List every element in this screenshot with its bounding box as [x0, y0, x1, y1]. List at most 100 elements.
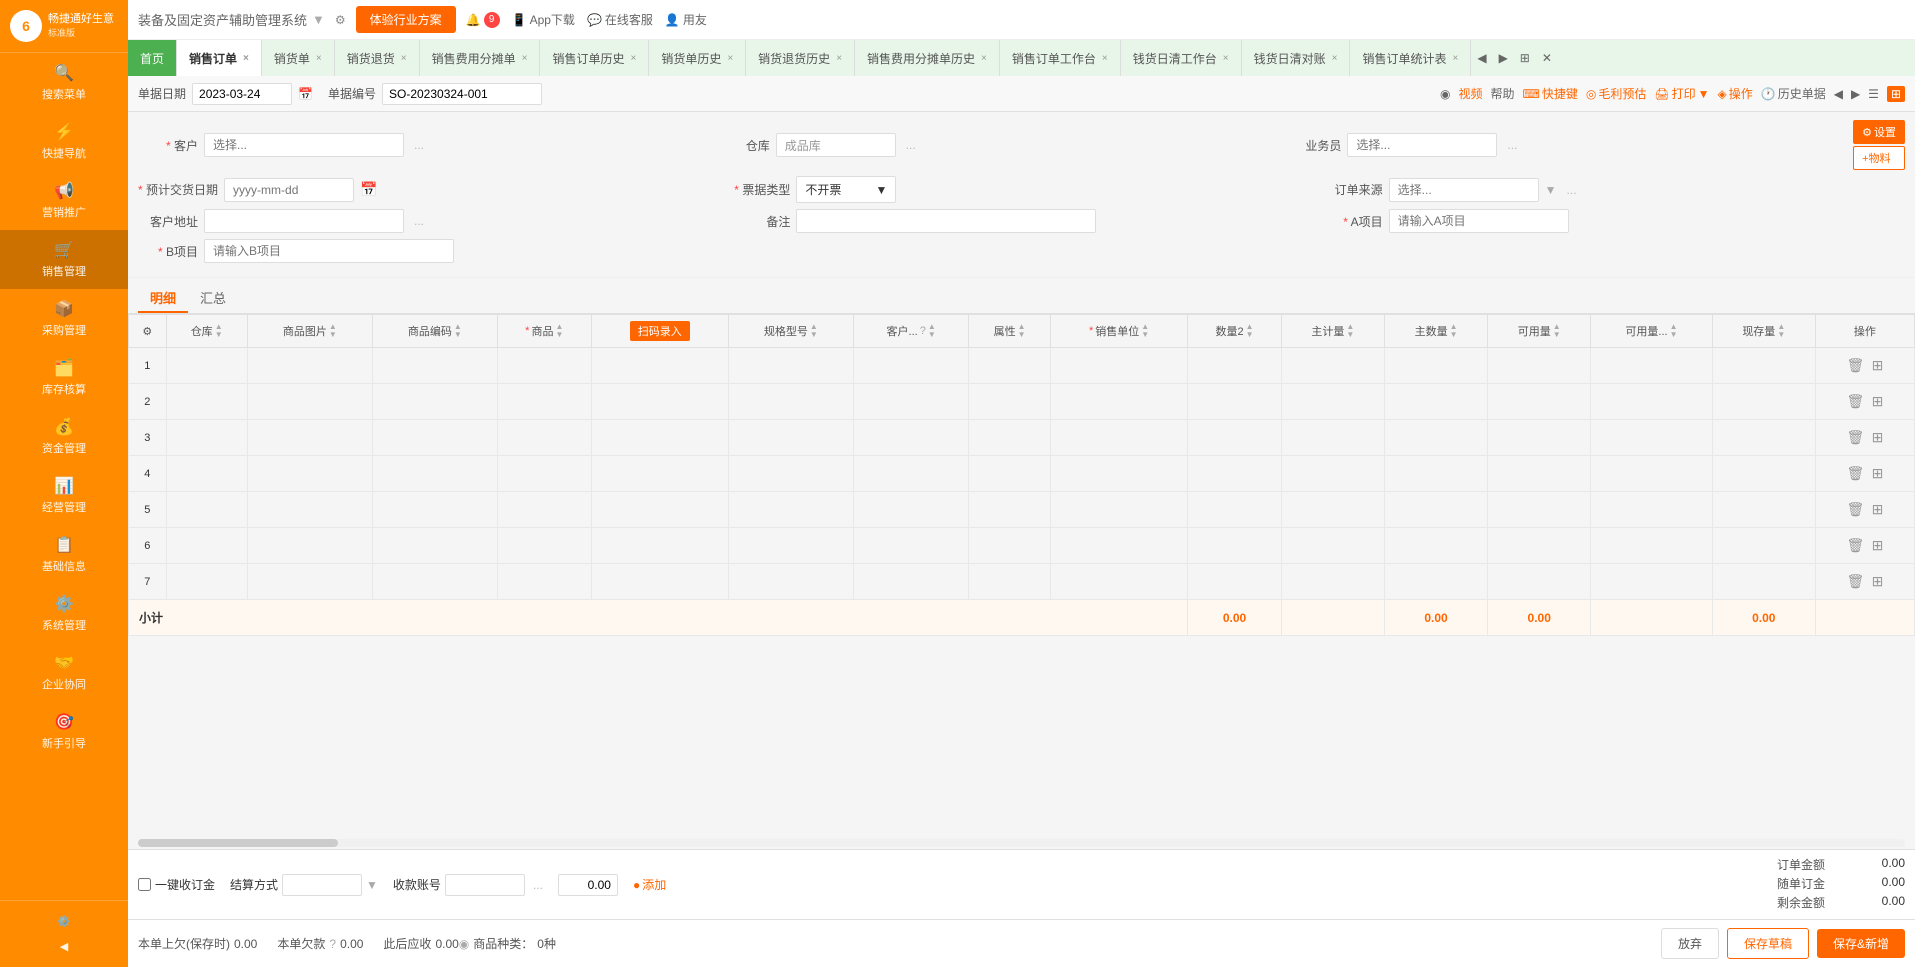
table-settings-icon[interactable]: ⚙: [142, 326, 152, 338]
tab-close-icon[interactable]: ×: [1452, 53, 1458, 64]
tab-sales-goods[interactable]: 销货单 ×: [262, 40, 335, 76]
row-2-available[interactable]: [1488, 384, 1591, 420]
row-3-available2[interactable]: [1591, 420, 1712, 456]
row-3-stock[interactable]: [1712, 420, 1815, 456]
row-3-code[interactable]: [372, 420, 497, 456]
print-btn[interactable]: 🖨 打印 ▼: [1654, 85, 1709, 102]
row-7-qty2[interactable]: [1188, 564, 1281, 600]
row-3-qty2[interactable]: [1188, 420, 1281, 456]
tab-close-icon[interactable]: ×: [243, 53, 249, 64]
tab-close-icon[interactable]: ×: [630, 53, 636, 64]
row-4-main-qty[interactable]: [1384, 456, 1487, 492]
row-6-code[interactable]: [372, 528, 497, 564]
profit-btn[interactable]: ◎ 毛利预估: [1586, 85, 1647, 102]
row-6-image[interactable]: [247, 528, 372, 564]
calendar-icon[interactable]: 📅: [298, 87, 313, 101]
table-wrapper[interactable]: ⚙ 仓库 ▲▼ 商品图片: [128, 314, 1915, 837]
tab-order-history[interactable]: 销售订单历史 ×: [540, 40, 649, 76]
row-4-customer-code[interactable]: [853, 456, 969, 492]
row-5-available2[interactable]: [1591, 492, 1712, 528]
one-click-checkbox[interactable]: 一键收订金: [138, 876, 215, 893]
row-5-product[interactable]: [497, 492, 591, 528]
row-3-available[interactable]: [1488, 420, 1591, 456]
row-4-spec[interactable]: [728, 456, 853, 492]
row-3-unit[interactable]: [1050, 420, 1188, 456]
row-7-attribute[interactable]: [969, 564, 1050, 600]
sidebar-item-sales[interactable]: 🛒 销售管理: [0, 230, 128, 289]
row-2-available2[interactable]: [1591, 384, 1712, 420]
save-draft-btn[interactable]: 保存草稿: [1727, 928, 1809, 959]
row-4-warehouse[interactable]: [166, 456, 247, 492]
row-1-customer-code[interactable]: [853, 348, 969, 384]
th-settings[interactable]: ⚙: [129, 315, 167, 348]
row-2-product[interactable]: [497, 384, 591, 420]
view-grid-icon[interactable]: ⊞: [1887, 86, 1905, 102]
order-source-dots-btn[interactable]: ...: [1567, 183, 1577, 197]
row-1-stock[interactable]: [1712, 348, 1815, 384]
delete-btn-4[interactable]: 🗑: [1845, 463, 1867, 484]
row-5-main-qty[interactable]: [1384, 492, 1487, 528]
row-4-attribute[interactable]: [969, 456, 1050, 492]
row-2-unit[interactable]: [1050, 384, 1188, 420]
row-4-unit[interactable]: [1050, 456, 1188, 492]
row-3-image[interactable]: [247, 420, 372, 456]
sidebar-item-inventory[interactable]: 🗂️ 库存核算: [0, 348, 128, 407]
row-6-customer-code[interactable]: [853, 528, 969, 564]
row-1-image[interactable]: [247, 348, 372, 384]
row-6-attribute[interactable]: [969, 528, 1050, 564]
row-7-available[interactable]: [1488, 564, 1591, 600]
b-project-input[interactable]: [204, 239, 454, 263]
delivery-date-input[interactable]: [224, 178, 354, 202]
row-7-main-qty[interactable]: [1384, 564, 1487, 600]
row-5-warehouse[interactable]: [166, 492, 247, 528]
copy-btn-6[interactable]: ⊞: [1870, 535, 1886, 556]
row-7-warehouse[interactable]: [166, 564, 247, 600]
row-6-qty2[interactable]: [1188, 528, 1281, 564]
row-1-qty2[interactable]: [1188, 348, 1281, 384]
sidebar-item-finance[interactable]: 💰 资金管理: [0, 407, 128, 466]
row-1-main-qty[interactable]: [1384, 348, 1487, 384]
version-btn[interactable]: 体验行业方案: [356, 6, 456, 33]
row-4-available2[interactable]: [1591, 456, 1712, 492]
row-6-main-qty[interactable]: [1384, 528, 1487, 564]
salesperson-dots-btn[interactable]: ...: [1507, 138, 1517, 152]
add-material-btn[interactable]: +物料: [1853, 146, 1905, 170]
row-2-spec[interactable]: [728, 384, 853, 420]
tab-close-all-btn[interactable]: ✕: [1536, 40, 1558, 76]
account-dots-btn[interactable]: ...: [533, 878, 543, 892]
row-3-warehouse[interactable]: [166, 420, 247, 456]
tab-detail[interactable]: 明细: [138, 284, 188, 313]
copy-btn-5[interactable]: ⊞: [1870, 499, 1886, 520]
delete-btn-1[interactable]: 🗑: [1845, 355, 1867, 376]
row-2-code[interactable]: [372, 384, 497, 420]
row-4-available[interactable]: [1488, 456, 1591, 492]
tab-sales-order[interactable]: 销售订单 ×: [177, 40, 262, 76]
tab-close-icon[interactable]: ×: [981, 53, 987, 64]
tab-goods-history[interactable]: 销货单历史 ×: [649, 40, 746, 76]
row-1-attribute[interactable]: [969, 348, 1050, 384]
row-3-main-unit[interactable]: [1281, 420, 1384, 456]
app-download-btn[interactable]: 📱 App下载: [512, 11, 575, 28]
delivery-calendar-icon[interactable]: 📅: [360, 181, 377, 198]
row-4-main-unit[interactable]: [1281, 456, 1384, 492]
tab-stats[interactable]: 销售订单统计表 ×: [1350, 40, 1471, 76]
order-source-input[interactable]: [1389, 178, 1539, 202]
row-3-product[interactable]: [497, 420, 591, 456]
tab-home[interactable]: 首页: [128, 40, 177, 76]
row-5-unit[interactable]: [1050, 492, 1188, 528]
scrollbar-thumb[interactable]: [138, 839, 338, 847]
copy-btn-4[interactable]: ⊞: [1870, 463, 1886, 484]
row-3-customer-code[interactable]: [853, 420, 969, 456]
order-no-input[interactable]: [382, 83, 542, 105]
row-6-stock[interactable]: [1712, 528, 1815, 564]
row-1-warehouse[interactable]: [166, 348, 247, 384]
copy-btn-3[interactable]: ⊞: [1870, 427, 1886, 448]
payment-account-input[interactable]: [445, 874, 525, 896]
row-1-unit[interactable]: [1050, 348, 1188, 384]
sidebar-settings-btn[interactable]: ⚙️: [0, 909, 128, 934]
nav-next-icon[interactable]: ▶: [1851, 87, 1860, 101]
sidebar-item-newbie[interactable]: 🎯 新手引导: [0, 702, 128, 761]
tab-close-icon[interactable]: ×: [1223, 53, 1229, 64]
row-2-qty2[interactable]: [1188, 384, 1281, 420]
tab-close-icon[interactable]: ×: [316, 53, 322, 64]
